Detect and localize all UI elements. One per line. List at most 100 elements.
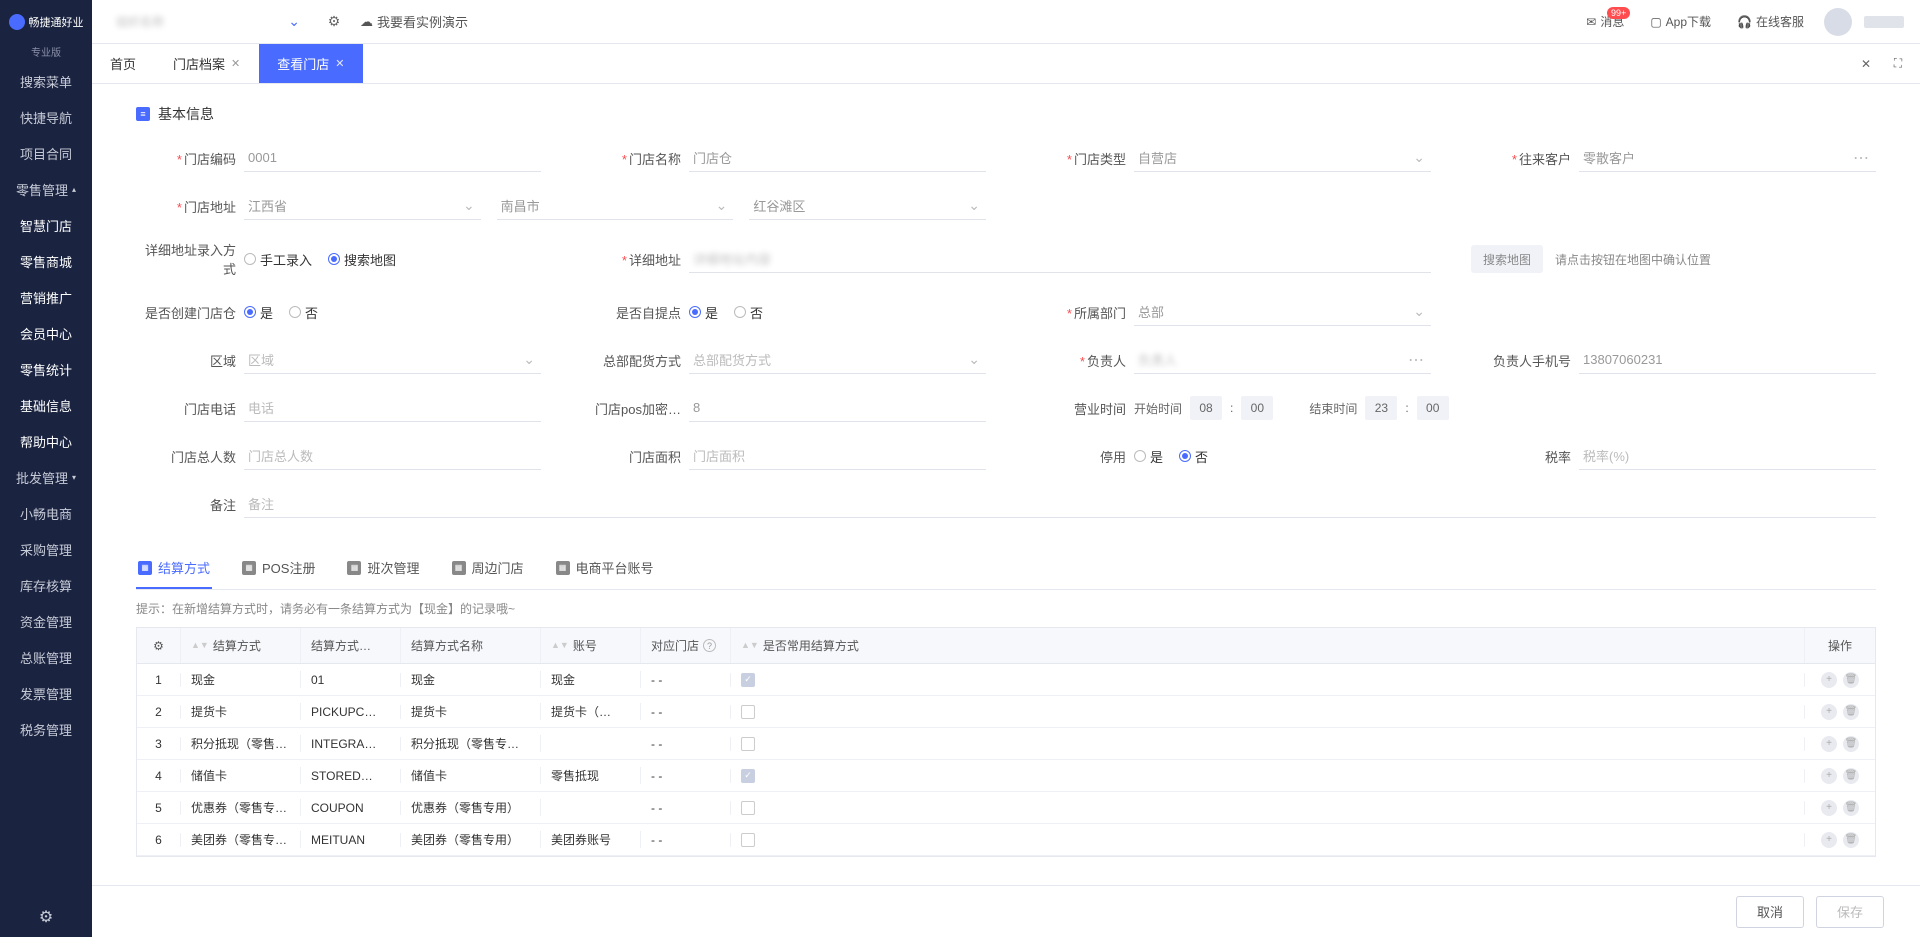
- demo-link[interactable]: ☁ 我要看实例演示: [360, 12, 468, 31]
- checkbox[interactable]: [741, 801, 755, 815]
- sidebar-item[interactable]: 营销推广: [0, 279, 92, 315]
- messages-action[interactable]: ✉ 消息 99+: [1586, 13, 1624, 30]
- tax-rate-input[interactable]: 税率(%): [1579, 442, 1876, 470]
- subtab[interactable]: ▦班次管理: [345, 548, 421, 589]
- staff-count-input[interactable]: 门店总人数: [244, 442, 541, 470]
- org-selector[interactable]: 组织名称 ⌄: [108, 8, 308, 36]
- sidebar-item[interactable]: 库存核算: [0, 567, 92, 603]
- addr-mode-manual[interactable]: 手工录入: [244, 250, 312, 269]
- add-row-icon[interactable]: +: [1821, 832, 1837, 848]
- add-row-icon[interactable]: +: [1821, 736, 1837, 752]
- checkbox[interactable]: [741, 737, 755, 751]
- province-select[interactable]: 江西省: [244, 192, 481, 220]
- owner-phone-input[interactable]: 13807060231: [1579, 346, 1876, 374]
- delete-row-icon[interactable]: 🗑: [1843, 832, 1859, 848]
- table-row[interactable]: 2提货卡PICKUPC…提货卡提货卡（…- -+🗑: [137, 696, 1875, 728]
- sidebar-item[interactable]: 帮助中心: [0, 423, 92, 459]
- sidebar-item[interactable]: 批发管理▾: [0, 459, 92, 495]
- delete-row-icon[interactable]: 🗑: [1843, 736, 1859, 752]
- city-select[interactable]: 南昌市: [497, 192, 734, 220]
- tab[interactable]: 查看门店✕: [259, 44, 363, 83]
- dept-select[interactable]: 总部: [1134, 298, 1431, 326]
- sidebar-item[interactable]: 税务管理: [0, 711, 92, 747]
- customer-picker[interactable]: 零散客户⋯: [1579, 144, 1876, 172]
- sidebar-item[interactable]: 资金管理: [0, 603, 92, 639]
- owner-picker[interactable]: 负责人⋯: [1134, 346, 1431, 374]
- add-row-icon[interactable]: +: [1821, 768, 1837, 784]
- table-row[interactable]: 4储值卡STORED…储值卡零售抵现- -✓+🗑: [137, 760, 1875, 792]
- checkbox[interactable]: [741, 833, 755, 847]
- delete-row-icon[interactable]: 🗑: [1843, 800, 1859, 816]
- table-settings-icon[interactable]: ⚙: [153, 639, 164, 653]
- end-min[interactable]: 00: [1417, 396, 1449, 420]
- end-hour[interactable]: 23: [1365, 396, 1397, 420]
- start-min[interactable]: 00: [1241, 396, 1273, 420]
- district-select[interactable]: 红谷滩区: [749, 192, 986, 220]
- sidebar-item[interactable]: 零售商城: [0, 243, 92, 279]
- add-row-icon[interactable]: +: [1821, 704, 1837, 720]
- pos-key-input[interactable]: 8: [689, 394, 986, 422]
- table-row[interactable]: 1现金01现金现金- -✓+🗑: [137, 664, 1875, 696]
- sidebar-item[interactable]: 搜索菜单: [0, 63, 92, 99]
- sidebar-item[interactable]: 采购管理: [0, 531, 92, 567]
- table-row[interactable]: 5优惠券（零售专…COUPON优惠券（零售专用）- -+🗑: [137, 792, 1875, 824]
- store-phone-input[interactable]: 电话: [244, 394, 541, 422]
- sidebar-item[interactable]: 智慧门店: [0, 207, 92, 243]
- remark-input[interactable]: 备注: [244, 490, 1876, 518]
- delete-row-icon[interactable]: 🗑: [1843, 768, 1859, 784]
- create-wh-no[interactable]: 否: [289, 303, 318, 322]
- store-name-input[interactable]: 门店仓: [689, 144, 986, 172]
- subtab[interactable]: ▦周边门店: [450, 548, 526, 589]
- dist-mode-select[interactable]: 总部配货方式: [689, 346, 986, 374]
- sidebar-item[interactable]: 总账管理: [0, 639, 92, 675]
- self-pick-yes[interactable]: 是: [689, 303, 718, 322]
- sidebar-item[interactable]: 项目合同: [0, 135, 92, 171]
- store-area-input[interactable]: 门店面积: [689, 442, 986, 470]
- sidebar-item[interactable]: 会员中心: [0, 315, 92, 351]
- disabled-no[interactable]: 否: [1179, 447, 1208, 466]
- store-type-select[interactable]: 自营店: [1134, 144, 1431, 172]
- gear-icon[interactable]: ⚙: [320, 8, 348, 36]
- create-wh-yes[interactable]: 是: [244, 303, 273, 322]
- self-pick-no[interactable]: 否: [734, 303, 763, 322]
- sidebar-item[interactable]: 小畅电商: [0, 495, 92, 531]
- cancel-button[interactable]: 取消: [1736, 896, 1804, 928]
- tab[interactable]: 门店档案✕: [155, 44, 259, 83]
- disabled-yes[interactable]: 是: [1134, 447, 1163, 466]
- save-button[interactable]: 保存: [1816, 896, 1884, 928]
- region-select[interactable]: 区域: [244, 346, 541, 374]
- customer-service-action[interactable]: 🎧 在线客服: [1737, 13, 1804, 30]
- subtab[interactable]: ▦电商平台账号: [554, 548, 656, 589]
- avatar[interactable]: [1824, 8, 1852, 36]
- store-code-input[interactable]: 0001: [244, 144, 541, 172]
- start-hour[interactable]: 08: [1190, 396, 1222, 420]
- add-row-icon[interactable]: +: [1821, 672, 1837, 688]
- checkbox[interactable]: ✓: [741, 769, 755, 783]
- close-icon[interactable]: ✕: [231, 57, 240, 70]
- subtab[interactable]: ▦结算方式: [136, 548, 212, 589]
- close-icon[interactable]: ✕: [335, 57, 344, 70]
- checkbox[interactable]: [741, 705, 755, 719]
- subtab[interactable]: ▦POS注册: [240, 548, 317, 589]
- sidebar-item[interactable]: 快捷导航: [0, 99, 92, 135]
- help-icon[interactable]: ?: [703, 639, 716, 652]
- sidebar-item[interactable]: 基础信息: [0, 387, 92, 423]
- detail-address-input[interactable]: 详细地址内容: [689, 245, 1431, 273]
- sidebar-item[interactable]: 发票管理: [0, 675, 92, 711]
- search-map-button[interactable]: 搜索地图: [1471, 245, 1543, 273]
- tab[interactable]: 首页: [92, 44, 155, 83]
- delete-row-icon[interactable]: 🗑: [1843, 672, 1859, 688]
- add-row-icon[interactable]: +: [1821, 800, 1837, 816]
- settings-icon[interactable]: ⚙: [39, 907, 53, 927]
- user-name: [1864, 16, 1904, 28]
- delete-row-icon[interactable]: 🗑: [1843, 704, 1859, 720]
- sidebar-item[interactable]: 零售管理▴: [0, 171, 92, 207]
- fullscreen-toggle[interactable]: ⛶: [1884, 50, 1912, 78]
- addr-mode-map[interactable]: 搜索地图: [328, 250, 396, 269]
- checkbox[interactable]: ✓: [741, 673, 755, 687]
- app-download-action[interactable]: ▢ App下载: [1650, 13, 1711, 30]
- close-all-tabs[interactable]: ✕: [1852, 50, 1880, 78]
- table-row[interactable]: 6美团券（零售专…MEITUAN美团券（零售专用）美团券账号- -+🗑: [137, 824, 1875, 856]
- sidebar-item[interactable]: 零售统计: [0, 351, 92, 387]
- table-row[interactable]: 3积分抵现（零售…INTEGRA…积分抵现（零售专…- -+🗑: [137, 728, 1875, 760]
